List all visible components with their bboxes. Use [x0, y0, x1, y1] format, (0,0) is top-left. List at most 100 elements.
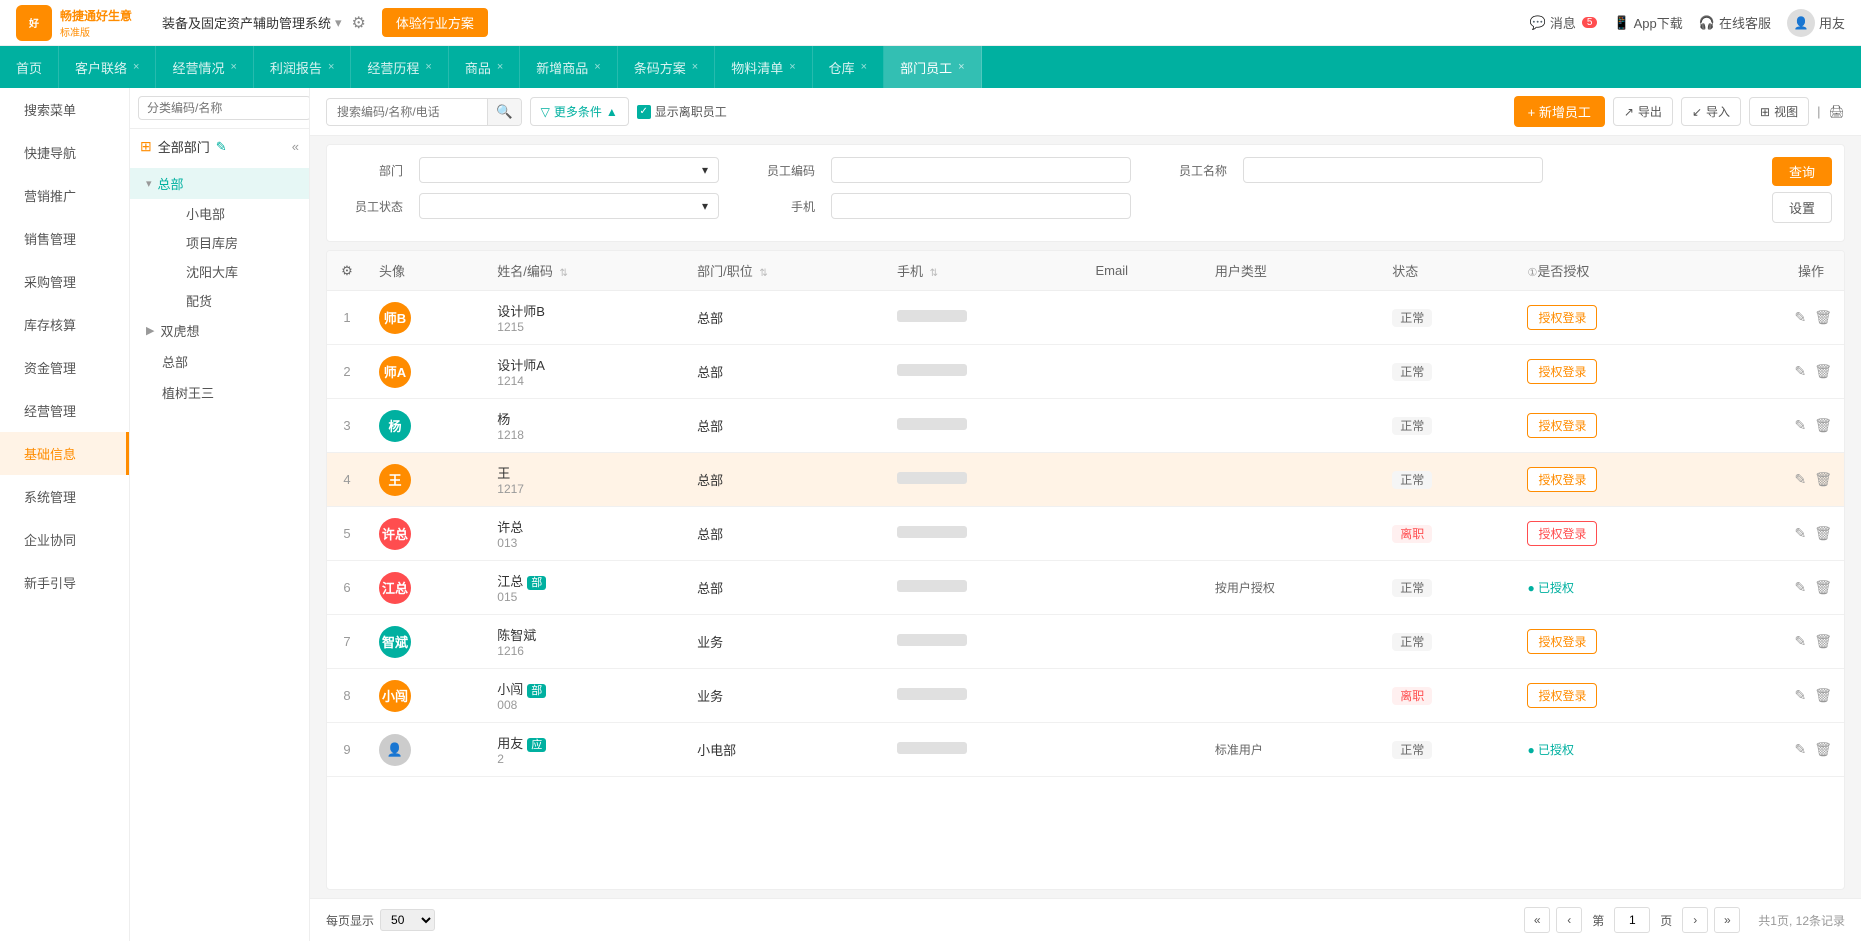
user-button[interactable]: 👤 用友 — [1787, 9, 1845, 37]
col-dept[interactable]: 部门/职位 ⇅ — [685, 251, 885, 291]
tab-close-icon[interactable]: × — [958, 61, 964, 73]
edit-icon[interactable]: ✎ — [1794, 471, 1806, 488]
page-size-select[interactable]: 50 100 200 — [380, 909, 435, 931]
view-button[interactable]: ⊞ 视图 — [1749, 97, 1809, 126]
delete-icon[interactable]: 🗑 — [1814, 309, 1832, 326]
dept-child-shenyang[interactable]: 沈阳大库 — [158, 257, 309, 286]
tab-close-icon[interactable]: × — [861, 61, 867, 73]
dept-node-zongbu2[interactable]: 总部 — [130, 346, 309, 377]
nav-tab-条码方案[interactable]: 条码方案× — [618, 46, 715, 88]
edit-icon[interactable]: ✎ — [1794, 417, 1806, 434]
delete-icon[interactable]: 🗑 — [1814, 363, 1832, 380]
prev-page-button[interactable]: ‹ — [1556, 907, 1582, 933]
col-name[interactable]: 姓名/编码 ⇅ — [485, 251, 685, 291]
first-page-button[interactable]: « — [1524, 907, 1550, 933]
auth-button[interactable]: 授权登录 — [1527, 629, 1597, 654]
auth-button[interactable]: 授权登录 — [1527, 413, 1597, 438]
search-button[interactable]: 🔍 — [487, 99, 521, 125]
gear-icon[interactable]: ⚙ — [352, 13, 366, 33]
nav-tab-客户联络[interactable]: 客户联络× — [59, 46, 156, 88]
sidebar-item-sales[interactable]: 销售管理 — [0, 217, 129, 260]
delete-icon[interactable]: 🗑 — [1814, 471, 1832, 488]
empcode-filter-input[interactable] — [831, 157, 1131, 183]
sidebar-item-quicknav[interactable]: 快捷导航 — [0, 131, 129, 174]
sidebar-item-finance[interactable]: 资金管理 — [0, 346, 129, 389]
sidebar-item-purchase[interactable]: 采购管理 — [0, 260, 129, 303]
sidebar-item-search[interactable]: 搜索菜单 — [0, 88, 129, 131]
dept-node-shuanghuxiang[interactable]: ▶双虎想 — [130, 315, 309, 346]
nav-tab-经营情况[interactable]: 经营情况× — [156, 46, 253, 88]
tab-close-icon[interactable]: × — [594, 61, 600, 73]
dept-child-peihuo[interactable]: 配货 — [158, 286, 309, 315]
dept-collapse-icon[interactable]: « — [292, 139, 299, 154]
nav-tab-商品[interactable]: 商品× — [449, 46, 520, 88]
messages-button[interactable]: 💬 消息 5 — [1530, 13, 1598, 32]
auth-button[interactable]: 授权登录 — [1527, 683, 1597, 708]
sidebar-item-marketing[interactable]: 营销推广 — [0, 174, 129, 217]
tab-close-icon[interactable]: × — [133, 61, 139, 73]
dept-filter-select[interactable]: ▾ — [419, 157, 719, 183]
query-button[interactable]: 查询 — [1772, 157, 1832, 186]
import-button[interactable]: ↙ 导入 — [1681, 97, 1741, 126]
delete-icon[interactable]: 🗑 — [1814, 687, 1832, 704]
sidebar-item-inventory[interactable]: 库存核算 — [0, 303, 129, 346]
set-button[interactable]: 设置 — [1772, 192, 1832, 223]
col-settings[interactable]: ⚙ — [327, 251, 367, 291]
sidebar-item-guide[interactable]: 新手引导 — [0, 561, 129, 604]
nav-tab-仓库[interactable]: 仓库× — [813, 46, 884, 88]
print-icon[interactable]: | — [1817, 104, 1820, 119]
print-button[interactable]: 🖨 — [1828, 104, 1845, 120]
delete-icon[interactable]: 🗑 — [1814, 741, 1832, 758]
more-filter-button[interactable]: ▽ 更多条件 ▲ — [530, 97, 629, 126]
nav-tab-新增商品[interactable]: 新增商品× — [520, 46, 617, 88]
tab-close-icon[interactable]: × — [425, 61, 431, 73]
nav-tab-物料清单[interactable]: 物料清单× — [715, 46, 812, 88]
delete-icon[interactable]: 🗑 — [1814, 633, 1832, 650]
dept-edit-icon[interactable]: ✎ — [216, 139, 227, 155]
sidebar-item-operations[interactable]: 经营管理 — [0, 389, 129, 432]
add-employee-button[interactable]: + 新增员工 — [1514, 96, 1605, 127]
edit-icon[interactable]: ✎ — [1794, 633, 1806, 650]
phone-filter-input[interactable] — [831, 193, 1131, 219]
dept-node-zhishu[interactable]: 植树王三 — [130, 377, 309, 408]
empstatus-filter-select[interactable]: ▾ — [419, 193, 719, 219]
dept-search-input[interactable] — [138, 96, 310, 120]
nav-tab-利润报告[interactable]: 利润报告× — [254, 46, 351, 88]
tab-close-icon[interactable]: × — [497, 61, 503, 73]
delete-icon[interactable]: 🗑 — [1814, 525, 1832, 542]
app-download-button[interactable]: 📱 App下载 — [1613, 13, 1682, 32]
tab-close-icon[interactable]: × — [328, 61, 334, 73]
show-resigned-checkbox[interactable]: ✓ 显示离职员工 — [637, 103, 727, 120]
edit-icon[interactable]: ✎ — [1794, 363, 1806, 380]
dept-child-xiaodian[interactable]: 小电部 — [158, 199, 309, 228]
tab-close-icon[interactable]: × — [230, 61, 236, 73]
auth-button[interactable]: 授权登录 — [1527, 467, 1597, 492]
auth-button[interactable]: 授权登录 — [1527, 521, 1597, 546]
system-name-dropdown[interactable]: ▾ — [335, 15, 342, 31]
empname-filter-input[interactable] — [1243, 157, 1543, 183]
edit-icon[interactable]: ✎ — [1794, 579, 1806, 596]
dept-child-xiangmu[interactable]: 项目库房 — [158, 228, 309, 257]
edit-icon[interactable]: ✎ — [1794, 309, 1806, 326]
edit-icon[interactable]: ✎ — [1794, 687, 1806, 704]
nav-tab-经营历程[interactable]: 经营历程× — [351, 46, 448, 88]
auth-button[interactable]: 授权登录 — [1527, 359, 1597, 384]
last-page-button[interactable]: » — [1714, 907, 1740, 933]
nav-tab-首页[interactable]: 首页 — [0, 46, 59, 88]
nav-tab-部门员工[interactable]: 部门员工× — [884, 46, 981, 88]
export-button[interactable]: ↗ 导出 — [1613, 97, 1673, 126]
online-service-button[interactable]: 🎧 在线客服 — [1699, 13, 1771, 32]
trial-button[interactable]: 体验行业方案 — [382, 8, 488, 37]
edit-icon[interactable]: ✎ — [1794, 741, 1806, 758]
search-input[interactable] — [327, 100, 487, 124]
sidebar-item-corp[interactable]: 企业协同 — [0, 518, 129, 561]
sidebar-item-basic[interactable]: 基础信息 — [0, 432, 129, 475]
tab-close-icon[interactable]: × — [789, 61, 795, 73]
tab-close-icon[interactable]: × — [692, 61, 698, 73]
sidebar-item-system[interactable]: 系统管理 — [0, 475, 129, 518]
next-page-button[interactable]: › — [1682, 907, 1708, 933]
edit-icon[interactable]: ✎ — [1794, 525, 1806, 542]
delete-icon[interactable]: 🗑 — [1814, 579, 1832, 596]
col-phone[interactable]: 手机 ⇅ — [885, 251, 1084, 291]
delete-icon[interactable]: 🗑 — [1814, 417, 1832, 434]
